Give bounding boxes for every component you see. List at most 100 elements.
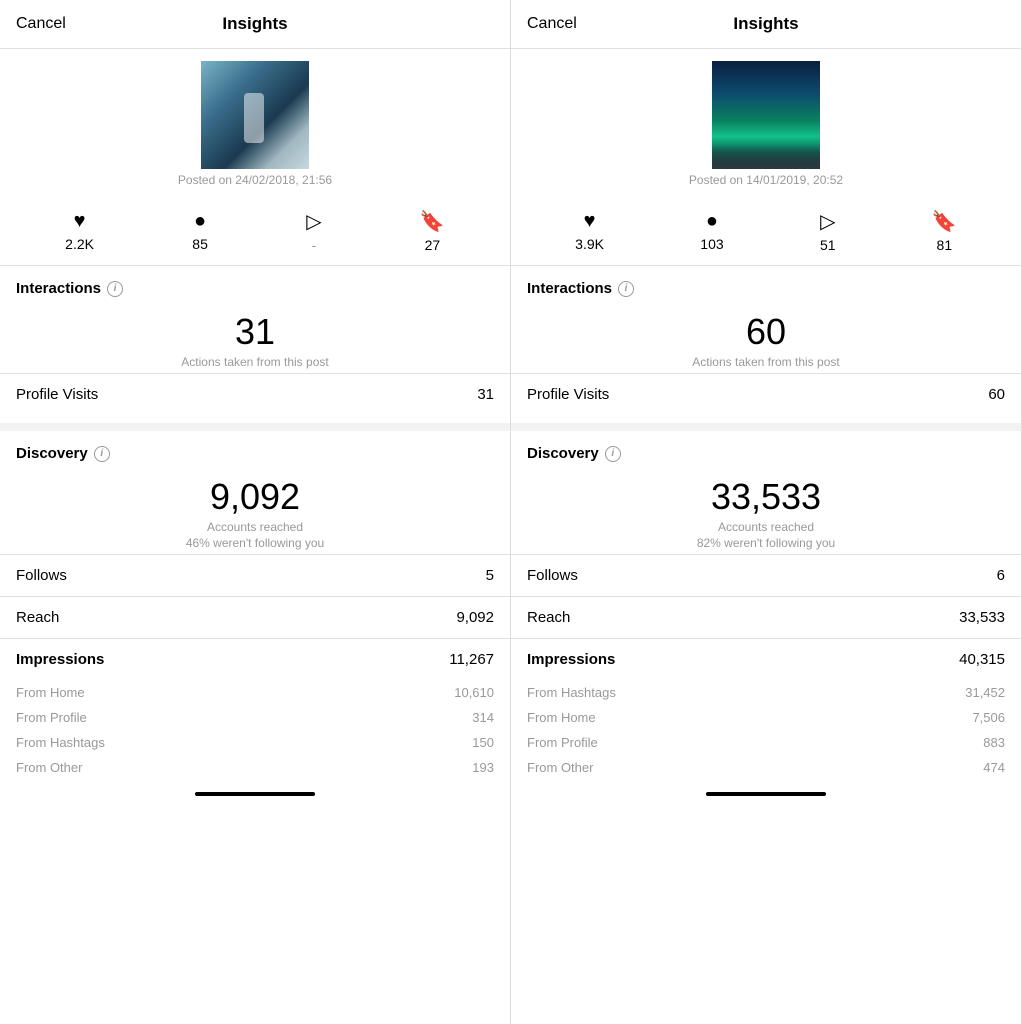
right-cancel-button[interactable]: Cancel — [527, 15, 577, 33]
left-interactions-info-icon[interactable]: i — [107, 281, 123, 297]
right-discovery-big-block: 33,533 Accounts reached 82% weren't foll… — [511, 468, 1021, 554]
left-from-other-label: From Other — [16, 760, 82, 775]
right-profile-visits-label: Profile Visits — [527, 386, 609, 403]
right-likes-value: 3.9K — [575, 236, 604, 252]
right-discovery-header: Discovery i — [511, 431, 1021, 468]
comment-icon: ● — [194, 210, 206, 233]
left-home-indicator — [195, 792, 315, 796]
right-share-icon: ▷ — [820, 209, 835, 234]
left-stat-comments: ● 85 — [192, 210, 208, 252]
left-stat-shares: ▷ - — [306, 209, 321, 253]
right-from-home-row: From Home 7,506 — [511, 705, 1021, 730]
right-profile-visits-value: 60 — [988, 386, 1005, 403]
left-discovery-big-block: 9,092 Accounts reached 46% weren't follo… — [0, 468, 510, 554]
left-discovery-number: 9,092 — [16, 476, 494, 518]
right-stat-comments: ● 103 — [700, 210, 723, 252]
right-interactions-info-icon[interactable]: i — [618, 281, 634, 297]
left-stat-likes: ♥ 2.2K — [65, 210, 94, 252]
right-interactions-subtitle: Actions taken from this post — [527, 355, 1005, 369]
left-post-image — [201, 61, 309, 169]
left-title: Insights — [222, 14, 287, 34]
left-shares-value: - — [312, 237, 317, 253]
left-impressions-label: Impressions — [16, 651, 104, 668]
right-title: Insights — [733, 14, 798, 34]
right-interactions-big-block: 60 Actions taken from this post — [511, 303, 1021, 373]
left-cancel-button[interactable]: Cancel — [16, 15, 66, 33]
bookmark-icon: 🔖 — [420, 209, 445, 234]
right-discovery-number: 33,533 — [527, 476, 1005, 518]
right-impressions-value: 40,315 — [959, 651, 1005, 668]
left-profile-visits-row: Profile Visits 31 — [0, 373, 510, 415]
right-shares-value: 51 — [820, 237, 836, 253]
left-discovery-info-icon[interactable]: i — [94, 446, 110, 462]
right-discovery-subtitle1: Accounts reached — [527, 520, 1005, 534]
right-from-other-row: From Other 474 — [511, 755, 1021, 780]
right-post-image-container — [511, 49, 1021, 173]
right-heart-icon: ♥ — [584, 210, 596, 233]
left-reach-value: 9,092 — [456, 609, 494, 626]
right-impressions-row: Impressions 40,315 — [511, 638, 1021, 680]
left-profile-visits-value: 31 — [477, 386, 494, 403]
right-from-other-value: 474 — [983, 760, 1005, 775]
right-reach-value: 33,533 — [959, 609, 1005, 626]
left-divider — [0, 423, 510, 431]
left-from-home-row: From Home 10,610 — [0, 680, 510, 705]
right-comments-value: 103 — [700, 236, 723, 252]
right-reach-label: Reach — [527, 609, 570, 626]
right-stats-row: ♥ 3.9K ● 103 ▷ 51 🔖 81 — [511, 199, 1021, 266]
right-profile-visits-row: Profile Visits 60 — [511, 373, 1021, 415]
right-header: Cancel Insights — [511, 0, 1021, 49]
right-follows-label: Follows — [527, 567, 578, 584]
right-saves-value: 81 — [937, 237, 953, 253]
right-home-indicator — [706, 792, 826, 796]
left-interactions-subtitle: Actions taken from this post — [16, 355, 494, 369]
right-from-profile-row: From Profile 883 — [511, 730, 1021, 755]
left-impressions-value: 11,267 — [449, 651, 494, 668]
right-interactions-header: Interactions i — [511, 266, 1021, 303]
left-from-hashtags-label: From Hashtags — [16, 735, 105, 750]
left-from-other-row: From Other 193 — [0, 755, 510, 780]
left-header: Cancel Insights — [0, 0, 510, 49]
right-post-image — [712, 61, 820, 169]
right-bookmark-icon: 🔖 — [932, 209, 957, 234]
right-from-hashtags-value: 31,452 — [965, 685, 1005, 700]
left-discovery-subtitle1: Accounts reached — [16, 520, 494, 534]
left-bottom-bar — [0, 780, 510, 804]
right-from-profile-label: From Profile — [527, 735, 598, 750]
left-follows-row: Follows 5 — [0, 554, 510, 596]
right-interactions-title: Interactions — [527, 280, 612, 297]
left-from-hashtags-value: 150 — [472, 735, 494, 750]
left-stats-row: ♥ 2.2K ● 85 ▷ - 🔖 27 — [0, 199, 510, 266]
right-discovery-info-icon[interactable]: i — [605, 446, 621, 462]
left-discovery-header: Discovery i — [0, 431, 510, 468]
left-saves-value: 27 — [425, 237, 441, 253]
left-interactions-header: Interactions i — [0, 266, 510, 303]
right-follows-row: Follows 6 — [511, 554, 1021, 596]
right-interactions-number: 60 — [527, 311, 1005, 353]
left-profile-visits-label: Profile Visits — [16, 386, 98, 403]
left-interactions-title: Interactions — [16, 280, 101, 297]
left-impressions-row: Impressions 11,267 — [0, 638, 510, 680]
right-discovery-subtitle2: 82% weren't following you — [527, 536, 1005, 550]
left-post-image-container — [0, 49, 510, 173]
left-from-profile-label: From Profile — [16, 710, 87, 725]
right-discovery-title: Discovery — [527, 445, 599, 462]
left-comments-value: 85 — [192, 236, 208, 252]
right-stat-likes: ♥ 3.9K — [575, 210, 604, 252]
right-divider — [511, 423, 1021, 431]
right-reach-row: Reach 33,533 — [511, 596, 1021, 638]
share-icon: ▷ — [306, 209, 321, 234]
right-from-hashtags-row: From Hashtags 31,452 — [511, 680, 1021, 705]
left-likes-value: 2.2K — [65, 236, 94, 252]
heart-icon: ♥ — [74, 210, 86, 233]
left-stat-saves: 🔖 27 — [420, 209, 445, 253]
right-bottom-bar — [511, 780, 1021, 804]
right-from-home-value: 7,506 — [972, 710, 1005, 725]
left-from-profile-value: 314 — [472, 710, 494, 725]
right-panel: Cancel Insights Posted on 14/01/2019, 20… — [511, 0, 1022, 1024]
right-impressions-label: Impressions — [527, 651, 615, 668]
right-comment-icon: ● — [706, 210, 718, 233]
left-from-profile-row: From Profile 314 — [0, 705, 510, 730]
left-follows-label: Follows — [16, 567, 67, 584]
left-panel: Cancel Insights Posted on 24/02/2018, 21… — [0, 0, 511, 1024]
